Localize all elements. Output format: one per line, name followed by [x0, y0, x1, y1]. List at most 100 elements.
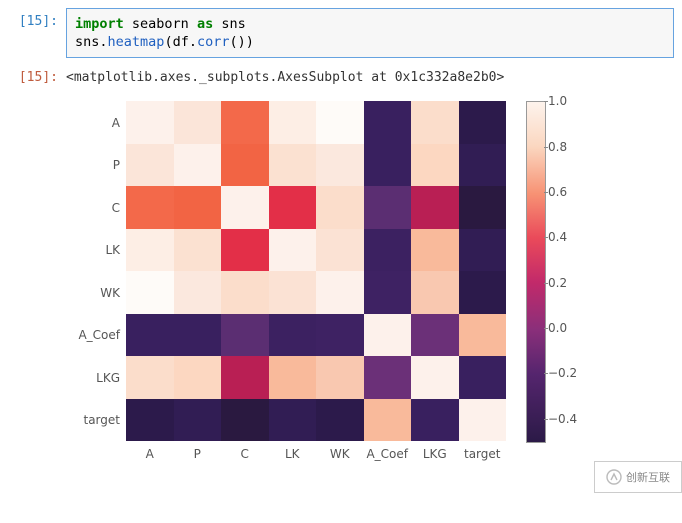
kw-as: as — [197, 16, 213, 32]
heatmap-cell — [126, 101, 174, 144]
y-tick-label: C — [66, 186, 124, 229]
heatmap-cell — [221, 356, 269, 399]
heatmap-cell — [174, 399, 222, 442]
heatmap-cell — [411, 229, 459, 272]
heatmap-cell — [411, 186, 459, 229]
obj-sns: sns — [75, 34, 99, 50]
heatmap-cell — [459, 101, 507, 144]
watermark-text: 创新互联 — [626, 469, 670, 485]
fn-heatmap: heatmap — [108, 34, 165, 50]
colorbar-tick: 0.6 — [548, 185, 567, 199]
heatmap-grid — [126, 101, 506, 441]
heatmap-cell — [269, 356, 317, 399]
heatmap-cell — [411, 101, 459, 144]
heatmap-cell — [364, 399, 412, 442]
heatmap-cell — [364, 314, 412, 357]
heatmap-cell — [174, 144, 222, 187]
heatmap-cell — [221, 399, 269, 442]
x-tick-label: LKG — [411, 443, 459, 473]
colorbar-tick: −0.4 — [548, 412, 577, 426]
heatmap-cell — [411, 356, 459, 399]
heatmap-cell — [126, 399, 174, 442]
y-axis-labels: APCLKWKA_CoefLKGtarget — [66, 101, 124, 441]
heatmap-cell — [364, 356, 412, 399]
heatmap-cell — [221, 271, 269, 314]
output-cell: [15]: <matplotlib.axes._subplots.AxesSub… — [8, 64, 674, 85]
heatmap-cell — [174, 271, 222, 314]
heatmap-cell — [459, 229, 507, 272]
heatmap-cell — [269, 399, 317, 442]
x-tick-label: C — [221, 443, 269, 473]
out-repr: <matplotlib.axes._subplots.AxesSubplot a… — [66, 64, 674, 85]
heatmap-cell — [316, 399, 364, 442]
heatmap-cell — [459, 399, 507, 442]
heatmap-cell — [316, 314, 364, 357]
heatmap-cell — [126, 229, 174, 272]
colorbar-tick: 0.0 — [548, 321, 567, 335]
heatmap-cell — [316, 186, 364, 229]
heatmap-cell — [126, 186, 174, 229]
heatmap-cell — [126, 314, 174, 357]
colorbar-tick: −0.2 — [548, 366, 577, 380]
heatmap-cell — [411, 399, 459, 442]
heatmap-cell — [459, 186, 507, 229]
y-tick-label: A_Coef — [66, 314, 124, 357]
heatmap-cell — [459, 144, 507, 187]
x-tick-label: A — [126, 443, 174, 473]
fn-corr: corr — [197, 34, 230, 50]
heatmap-cell — [269, 314, 317, 357]
heatmap-cell — [316, 144, 364, 187]
watermark-badge: 创新互联 — [594, 461, 682, 493]
heatmap-cell — [174, 101, 222, 144]
heatmap-cell — [269, 229, 317, 272]
heatmap-cell — [459, 356, 507, 399]
heatmap-cell — [221, 144, 269, 187]
input-cell: [15]: import seaborn as sns sns.heatmap(… — [8, 8, 674, 58]
x-tick-label: target — [459, 443, 507, 473]
heatmap-cell — [174, 229, 222, 272]
colorbar-ticks: 1.00.80.60.40.20.0−0.2−0.4 — [548, 101, 608, 441]
code-editor[interactable]: import seaborn as sns sns.heatmap(df.cor… — [66, 8, 674, 58]
heatmap-cell — [269, 144, 317, 187]
heatmap-cell — [316, 271, 364, 314]
heatmap-cell — [221, 314, 269, 357]
heatmap-cell — [174, 356, 222, 399]
heatmap-plot: APCLKWKA_CoefLKGtarget APCLKWKA_CoefLKGt… — [66, 91, 626, 491]
watermark-icon — [606, 469, 622, 485]
heatmap-cell — [411, 314, 459, 357]
heatmap-cell — [316, 356, 364, 399]
heatmap-cell — [316, 101, 364, 144]
heatmap-cell — [316, 229, 364, 272]
heatmap-cell — [459, 314, 507, 357]
y-tick-label: LK — [66, 229, 124, 272]
x-tick-label: P — [174, 443, 222, 473]
in-prompt: [15]: — [8, 8, 66, 29]
heatmap-cell — [459, 271, 507, 314]
heatmap-cell — [126, 271, 174, 314]
colorbar-tick: 0.2 — [548, 276, 567, 290]
y-tick-label: A — [66, 101, 124, 144]
x-tick-label: LK — [269, 443, 317, 473]
heatmap-cell — [364, 271, 412, 314]
kw-import: import — [75, 16, 124, 32]
colorbar-tick: 1.0 — [548, 94, 567, 108]
alias-name: sns — [213, 16, 246, 32]
y-tick-label: LKG — [66, 356, 124, 399]
out-prompt: [15]: — [8, 64, 66, 85]
heatmap-cell — [269, 186, 317, 229]
heatmap-cell — [411, 271, 459, 314]
colorbar-tick: 0.4 — [548, 230, 567, 244]
heatmap-cell — [364, 186, 412, 229]
heatmap-cell — [221, 101, 269, 144]
y-tick-label: P — [66, 144, 124, 187]
heatmap-cell — [364, 144, 412, 187]
heatmap-cell — [364, 101, 412, 144]
heatmap-cell — [174, 186, 222, 229]
colorbar-tick: 0.8 — [548, 140, 567, 154]
x-tick-label: A_Coef — [364, 443, 412, 473]
heatmap-cell — [126, 356, 174, 399]
heatmap-cell — [269, 271, 317, 314]
heatmap-cell — [174, 314, 222, 357]
heatmap-cell — [364, 229, 412, 272]
module-name: seaborn — [124, 16, 197, 32]
